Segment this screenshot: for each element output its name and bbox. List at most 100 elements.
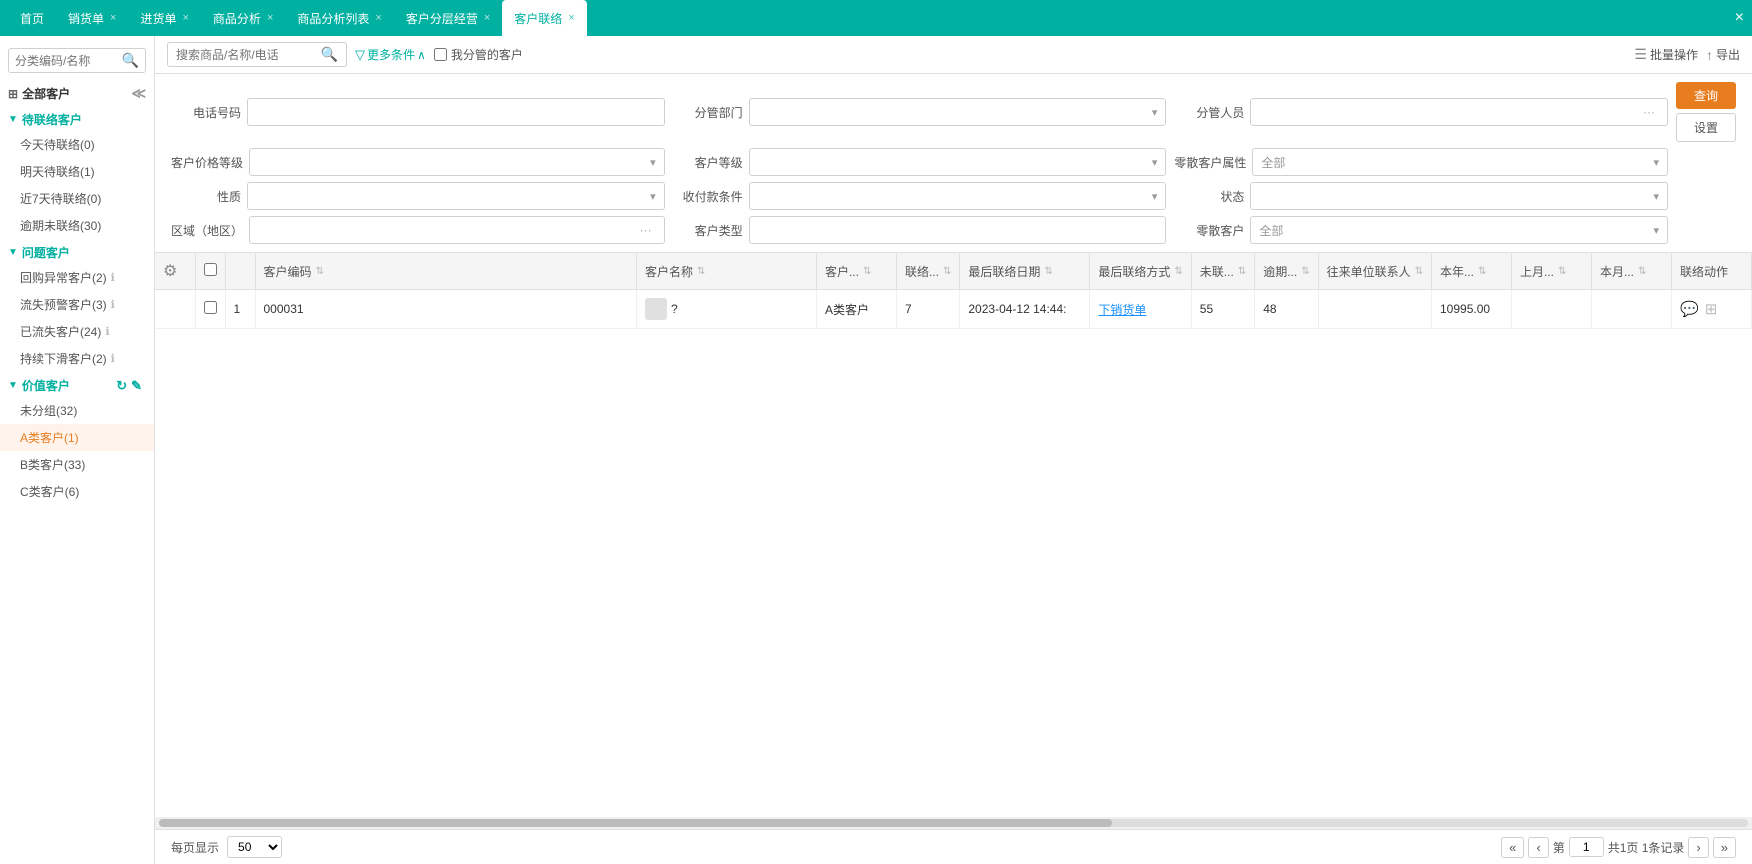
row-contact-count-1: 7	[905, 302, 912, 316]
filter-select-payment[interactable]: ▾	[749, 182, 1167, 210]
th-last-contact-method: 最后联络方式 ⇅	[1090, 253, 1191, 290]
pending-group-label: 待联络客户	[22, 111, 82, 128]
sort-icon-last-contact-method[interactable]: ⇅	[1174, 266, 1182, 277]
sidebar-item-today-contact[interactable]: 今天待联络(0)	[0, 131, 154, 158]
row-checkbox-1[interactable]	[204, 301, 217, 314]
sort-icon-last-month[interactable]: ⇅	[1558, 266, 1566, 277]
filter-input-phone[interactable]	[247, 98, 665, 126]
nav-sales[interactable]: 销货单 ×	[56, 0, 128, 36]
sidebar-item-c-class[interactable]: C类客户(6)	[0, 478, 154, 505]
filter-select-manager[interactable]: ···	[1250, 98, 1668, 126]
filter-input-customer-type[interactable]	[749, 216, 1167, 244]
sort-icon-code[interactable]: ⇅	[316, 266, 324, 277]
link-icon-1[interactable]: ⊞	[1705, 300, 1718, 318]
page-input[interactable]	[1569, 837, 1604, 857]
last-page-btn[interactable]: »	[1713, 837, 1736, 858]
nav-customer-tier-close[interactable]: ×	[484, 12, 490, 24]
toolbar-search-icon[interactable]: 🔍	[321, 46, 338, 63]
my-customers-checkbox[interactable]	[434, 48, 447, 61]
window-close-button[interactable]: ×	[1735, 9, 1744, 27]
per-page-select[interactable]: 50 100 200	[227, 836, 282, 858]
filter-select-retail-attr[interactable]: 全部 ▾	[1252, 148, 1668, 176]
nav-customer-contact-close[interactable]: ×	[568, 12, 574, 24]
sort-icon-last-contact-date[interactable]: ⇅	[1044, 266, 1052, 277]
sort-icon-no-contact[interactable]: ⇅	[1238, 266, 1246, 277]
sidebar-search-input[interactable]	[15, 54, 122, 68]
sidebar-item-b-class[interactable]: B类客户(33)	[0, 451, 154, 478]
filter-select-customer-grade[interactable]: ▾	[749, 148, 1167, 176]
nav-purchase-close[interactable]: ×	[182, 12, 188, 24]
nav-customer-contact[interactable]: 客户联络 ×	[502, 0, 586, 36]
filter-select-region[interactable]: ···	[249, 216, 665, 244]
pagination-bar: 每页显示 50 100 200 « ‹ 第 共1页 1条记录 › »	[155, 829, 1752, 864]
batch-op-btn[interactable]: ☰ 批量操作	[1634, 46, 1698, 63]
export-icon: ↑	[1706, 47, 1713, 63]
nav-customer-contact-label: 客户联络	[514, 10, 562, 27]
nav-customer-tier[interactable]: 客户分层经营 ×	[394, 0, 502, 36]
sidebar-item-churn-warning[interactable]: 流失预警客户(3) ℹ	[0, 291, 154, 318]
sort-icon-overdue[interactable]: ⇅	[1301, 266, 1309, 277]
nav-goods-analysis-list[interactable]: 商品分析列表 ×	[285, 0, 393, 36]
sidebar-item-declining[interactable]: 持续下滑客户(2) ℹ	[0, 345, 154, 372]
filter-label-customer-type: 客户类型	[673, 222, 743, 239]
nav-goods-analysis-list-close[interactable]: ×	[375, 12, 381, 24]
export-btn[interactable]: ↑ 导出	[1706, 46, 1740, 63]
filter-icon: ▽	[355, 47, 365, 63]
sidebar-item-a-class[interactable]: A类客户(1)	[0, 424, 154, 451]
problem-customers-group[interactable]: ▼ 问题客户	[0, 239, 154, 264]
next-page-btn[interactable]: ›	[1688, 837, 1708, 858]
nav-purchase[interactable]: 进货单 ×	[128, 0, 200, 36]
nav-goods-analysis[interactable]: 商品分析 ×	[201, 0, 285, 36]
sort-icon-name[interactable]: ⇅	[697, 266, 705, 277]
sidebar-item-ungrouped[interactable]: 未分组(32)	[0, 397, 154, 424]
filter-label-retail-attr: 零散客户属性	[1174, 154, 1246, 171]
my-customers-checkbox-label[interactable]: 我分管的客户	[434, 46, 523, 63]
row-name-1[interactable]: ?	[671, 302, 678, 316]
nav-sales-close[interactable]: ×	[110, 12, 116, 24]
sidebar-fold-button[interactable]: ≪	[131, 85, 146, 102]
settings-button[interactable]: 设置	[1676, 113, 1736, 142]
sidebar-item-churned[interactable]: 已流失客户(24) ℹ	[0, 318, 154, 345]
filter-select-dept[interactable]: ▾	[749, 98, 1167, 126]
chat-icon-1[interactable]: 💬	[1680, 300, 1699, 318]
toolbar-filter-btn[interactable]: ▽ 更多条件 ∧	[355, 46, 426, 63]
sidebar-search-icon[interactable]: 🔍	[122, 52, 139, 69]
filter-label-nature: 性质	[171, 188, 241, 205]
sort-icon-this-year[interactable]: ⇅	[1478, 266, 1486, 277]
filter-select-retail-customer[interactable]: 全部 ▾	[1250, 216, 1668, 244]
filter-select-nature[interactable]: ▾	[247, 182, 665, 210]
refresh-icon[interactable]: ↻	[116, 378, 127, 394]
sidebar-item-tomorrow-contact[interactable]: 明天待联络(1)	[0, 158, 154, 185]
nav-goods-analysis-close[interactable]: ×	[267, 12, 273, 24]
value-customers-group[interactable]: ▼ 价值客户 ↻ ✎	[0, 372, 154, 397]
export-label: 导出	[1716, 46, 1740, 63]
sidebar-item-7days-contact[interactable]: 近7天待联络(0)	[0, 185, 154, 212]
filter-label-manager: 分管人员	[1174, 104, 1244, 121]
table-settings-gear[interactable]: ⚙	[163, 263, 177, 280]
filter-select-price-grade[interactable]: ▾	[249, 148, 665, 176]
select-all-checkbox[interactable]	[204, 263, 217, 276]
sidebar-item-repurchase-abnormal[interactable]: 回购异常客户(2) ℹ	[0, 264, 154, 291]
c-class-label: C类客户(6)	[20, 483, 79, 500]
scrollbar-thumb[interactable]	[159, 819, 1112, 827]
filter-select-status[interactable]: ▾	[1250, 182, 1668, 210]
row-last-contact-method-1[interactable]: 下销货单	[1098, 303, 1146, 317]
pending-contact-group[interactable]: ▼ 待联络客户	[0, 106, 154, 131]
th-contact-count: 联络... ⇅	[896, 253, 959, 290]
sidebar-item-overdue-contact[interactable]: 逾期未联络(30)	[0, 212, 154, 239]
prev-page-btn[interactable]: ‹	[1528, 837, 1548, 858]
all-customers-header[interactable]: ⊞ 全部客户 ≪	[0, 81, 154, 106]
edit-icon[interactable]: ✎	[131, 378, 142, 394]
th-this-year: 本年... ⇅	[1432, 253, 1512, 290]
sort-icon-contact-count[interactable]: ⇅	[943, 266, 951, 277]
customer-table: ⚙ 客户编码 ⇅	[155, 253, 1752, 329]
sort-icon-company-contact[interactable]: ⇅	[1415, 266, 1423, 277]
query-button[interactable]: 查询	[1676, 82, 1736, 109]
toolbar-search-input[interactable]	[176, 48, 321, 62]
triangle-down-icon3: ▼	[8, 380, 18, 391]
first-page-btn[interactable]: «	[1501, 837, 1524, 858]
nav-home[interactable]: 首页	[8, 0, 56, 36]
sort-icon-this-month[interactable]: ⇅	[1638, 266, 1646, 277]
horizontal-scrollbar[interactable]	[155, 817, 1752, 829]
sort-icon-type[interactable]: ⇅	[863, 266, 871, 277]
